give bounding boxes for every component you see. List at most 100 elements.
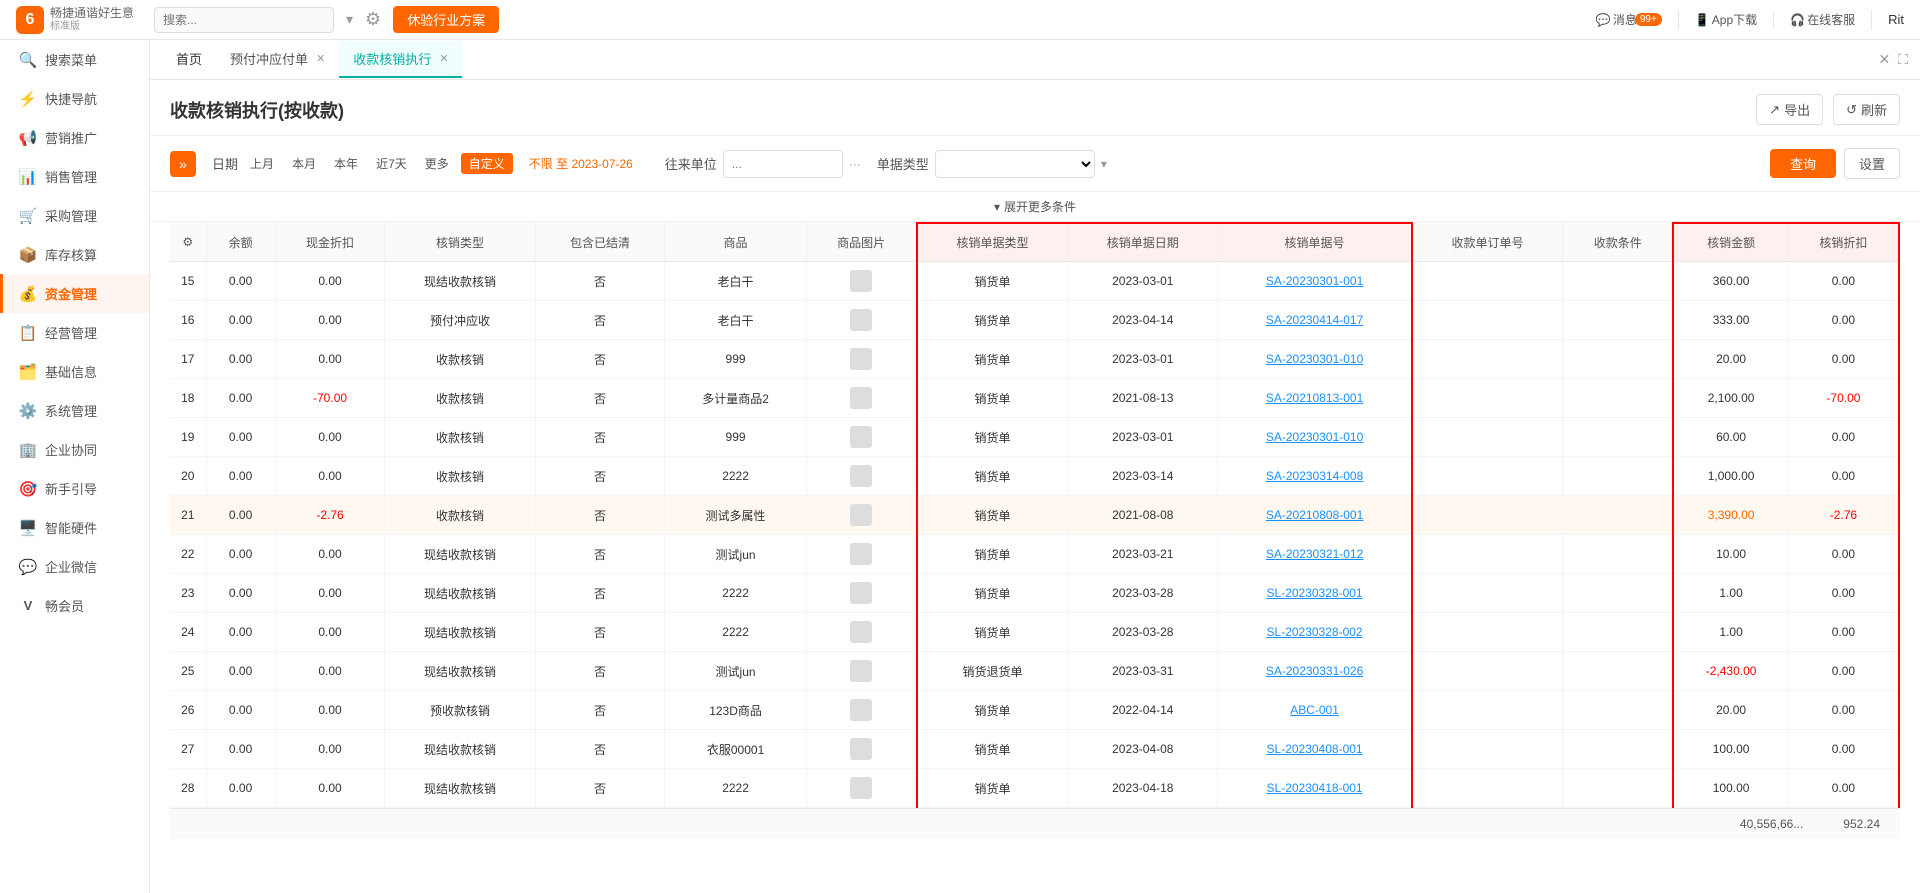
custom-date-btn[interactable]: 自定义 bbox=[461, 153, 513, 174]
tab-collection[interactable]: 收款核销执行 ✕ bbox=[339, 41, 462, 78]
message-icon: 💬 bbox=[1596, 13, 1611, 27]
cell-bill-no[interactable]: SL-20230408-001 bbox=[1218, 730, 1412, 769]
date-last-7-days[interactable]: 近7天 bbox=[370, 153, 413, 174]
tab-prepay-close[interactable]: ✕ bbox=[316, 52, 325, 65]
refresh-button[interactable]: ↺ 刷新 bbox=[1833, 94, 1900, 125]
date-this-year[interactable]: 本年 bbox=[328, 153, 364, 174]
sidebar-item-purchase[interactable]: 🛒 采购管理 bbox=[0, 196, 149, 235]
cell-bill-no[interactable]: SA-20230321-012 bbox=[1218, 535, 1412, 574]
cell-collection-condition bbox=[1563, 652, 1674, 691]
cell-collection-order-no bbox=[1412, 301, 1563, 340]
cell-bill-no[interactable]: SA-20230314-008 bbox=[1218, 457, 1412, 496]
order-type-select[interactable] bbox=[935, 150, 1095, 178]
cell-writeoff-discount: 0.00 bbox=[1788, 535, 1899, 574]
cell-goods-image bbox=[806, 613, 917, 652]
table-row: 22 0.00 0.00 现结收款核销 否 测试jun 销货单 2023-03-… bbox=[170, 535, 1899, 574]
table-wrapper: ⚙ 余额 现金折扣 核销类型 包含已结清 商品 商品图片 核销单据类型 核销单据… bbox=[170, 222, 1900, 808]
sidebar-item-operations[interactable]: 📋 经营管理 bbox=[0, 313, 149, 352]
cell-bill-no[interactable]: SL-20230418-001 bbox=[1218, 769, 1412, 808]
cell-balance: 0.00 bbox=[206, 457, 275, 496]
cell-writeoff-discount: 0.00 bbox=[1788, 457, 1899, 496]
cell-bill-no[interactable]: SL-20230328-002 bbox=[1218, 613, 1412, 652]
tab-prepay[interactable]: 预付冲应付单 ✕ bbox=[216, 41, 339, 78]
sidebar-item-quick[interactable]: ⚡ 快捷导航 bbox=[0, 79, 149, 118]
filter-date-group: 日期 上月 本月 本年 近7天 更多 自定义 bbox=[212, 153, 513, 174]
query-btn[interactable]: 查询 bbox=[1770, 149, 1836, 178]
cell-bill-no[interactable]: SA-20210813-001 bbox=[1218, 379, 1412, 418]
sidebar-item-sales[interactable]: 📊 销售管理 bbox=[0, 157, 149, 196]
user-name[interactable]: Rit bbox=[1888, 12, 1904, 27]
cell-collection-condition bbox=[1563, 340, 1674, 379]
unit-more-icon[interactable]: ··· bbox=[849, 157, 861, 171]
message-area[interactable]: 💬 消息 99+ bbox=[1596, 11, 1662, 28]
table-row: 15 0.00 0.00 现结收款核销 否 老白干 销货单 2023-03-01… bbox=[170, 262, 1899, 301]
sidebar-item-finance[interactable]: 💰 资金管理 bbox=[0, 274, 149, 313]
table-row: 25 0.00 0.00 现结收款核销 否 测试jun 销货退货单 2023-0… bbox=[170, 652, 1899, 691]
cell-goods: 2222 bbox=[665, 574, 806, 613]
cell-cash-discount: 0.00 bbox=[275, 457, 385, 496]
export-button[interactable]: ↗ 导出 bbox=[1756, 94, 1823, 125]
search-input[interactable] bbox=[154, 7, 334, 33]
cell-bill-no[interactable]: SA-20230301-010 bbox=[1218, 418, 1412, 457]
cell-included-settled: 否 bbox=[535, 418, 665, 457]
cell-writeoff-discount: -2.76 bbox=[1788, 496, 1899, 535]
cell-bill-no[interactable]: SA-20230414-017 bbox=[1218, 301, 1412, 340]
order-type-dropdown[interactable]: ▾ bbox=[1101, 157, 1107, 171]
col-bill-type: 核销单据类型 bbox=[917, 223, 1068, 262]
sidebar-item-search[interactable]: 🔍 搜索菜单 bbox=[0, 40, 149, 79]
setting-btn[interactable]: 设置 bbox=[1844, 148, 1900, 179]
sidebar-item-inventory[interactable]: 📦 库存核算 bbox=[0, 235, 149, 274]
online-service[interactable]: 🎧 在线客服 bbox=[1790, 11, 1855, 28]
cell-id: 18 bbox=[170, 379, 206, 418]
cell-goods: 999 bbox=[665, 418, 806, 457]
tab-close-all-icon[interactable]: ✕ bbox=[1878, 51, 1890, 68]
divider bbox=[1678, 10, 1679, 30]
chevron-down-icon: ▾ bbox=[994, 200, 1000, 214]
col-cash-discount: 现金折扣 bbox=[275, 223, 385, 262]
starter-icon: 🎯 bbox=[19, 480, 37, 498]
cell-bill-no[interactable]: SA-20230301-001 bbox=[1218, 262, 1412, 301]
from-unit-input[interactable] bbox=[723, 150, 843, 178]
cell-bill-date: 2023-04-18 bbox=[1068, 769, 1218, 808]
cell-id: 17 bbox=[170, 340, 206, 379]
search-dropdown-icon[interactable]: ▾ bbox=[346, 11, 353, 28]
sidebar-item-basic-info[interactable]: 🗂️ 基础信息 bbox=[0, 352, 149, 391]
cell-id: 27 bbox=[170, 730, 206, 769]
more-filter-bar: ▾ 展开更多条件 bbox=[150, 192, 1920, 222]
cell-bill-date: 2023-03-31 bbox=[1068, 652, 1218, 691]
cell-bill-no[interactable]: ABC-001 bbox=[1218, 691, 1412, 730]
cell-collection-condition bbox=[1563, 691, 1674, 730]
date-last-month[interactable]: 上月 bbox=[244, 153, 280, 174]
settings-icon[interactable]: ⚙ bbox=[365, 9, 381, 30]
expand-more-btn[interactable]: ▾ 展开更多条件 bbox=[994, 198, 1076, 215]
tab-collection-close[interactable]: ✕ bbox=[439, 52, 448, 65]
tab-expand-icon[interactable]: ⛶ bbox=[1898, 51, 1908, 68]
table-row: 19 0.00 0.00 收款核销 否 999 销货单 2023-03-01 S… bbox=[170, 418, 1899, 457]
cell-balance: 0.00 bbox=[206, 301, 275, 340]
sidebar-item-vip[interactable]: V 畅会员 bbox=[0, 586, 149, 625]
cell-writeoff-amount: 100.00 bbox=[1673, 769, 1788, 808]
sidebar-item-marketing[interactable]: 📢 营销推广 bbox=[0, 118, 149, 157]
industry-btn[interactable]: 休验行业方案 bbox=[393, 6, 499, 33]
sidebar-item-sys[interactable]: ⚙️ 系统管理 bbox=[0, 391, 149, 430]
tab-home[interactable]: 首页 bbox=[162, 41, 216, 78]
cell-balance: 0.00 bbox=[206, 574, 275, 613]
filter-toggle-btn[interactable]: » bbox=[170, 151, 196, 177]
cell-id: 22 bbox=[170, 535, 206, 574]
enterprise-icon: 🏢 bbox=[19, 441, 37, 459]
cell-bill-no[interactable]: SL-20230328-001 bbox=[1218, 574, 1412, 613]
filter-action-btns: 查询 设置 bbox=[1770, 148, 1900, 179]
cell-bill-no[interactable]: SA-20230301-010 bbox=[1218, 340, 1412, 379]
date-this-month[interactable]: 本月 bbox=[286, 153, 322, 174]
sidebar-item-starter[interactable]: 🎯 新手引导 bbox=[0, 469, 149, 508]
cell-bill-type: 销货单 bbox=[917, 613, 1068, 652]
date-more[interactable]: 更多 bbox=[419, 153, 455, 174]
cell-writeoff-amount: 1.00 bbox=[1673, 574, 1788, 613]
cell-included-settled: 否 bbox=[535, 691, 665, 730]
app-download[interactable]: 📱 App下载 bbox=[1695, 11, 1757, 28]
sidebar-item-wechat[interactable]: 💬 企业微信 bbox=[0, 547, 149, 586]
cell-bill-no[interactable]: SA-20230331-026 bbox=[1218, 652, 1412, 691]
cell-bill-no[interactable]: SA-20210808-001 bbox=[1218, 496, 1412, 535]
sidebar-item-smart-hw[interactable]: 🖥️ 智能硬件 bbox=[0, 508, 149, 547]
sidebar-item-enterprise[interactable]: 🏢 企业协同 bbox=[0, 430, 149, 469]
